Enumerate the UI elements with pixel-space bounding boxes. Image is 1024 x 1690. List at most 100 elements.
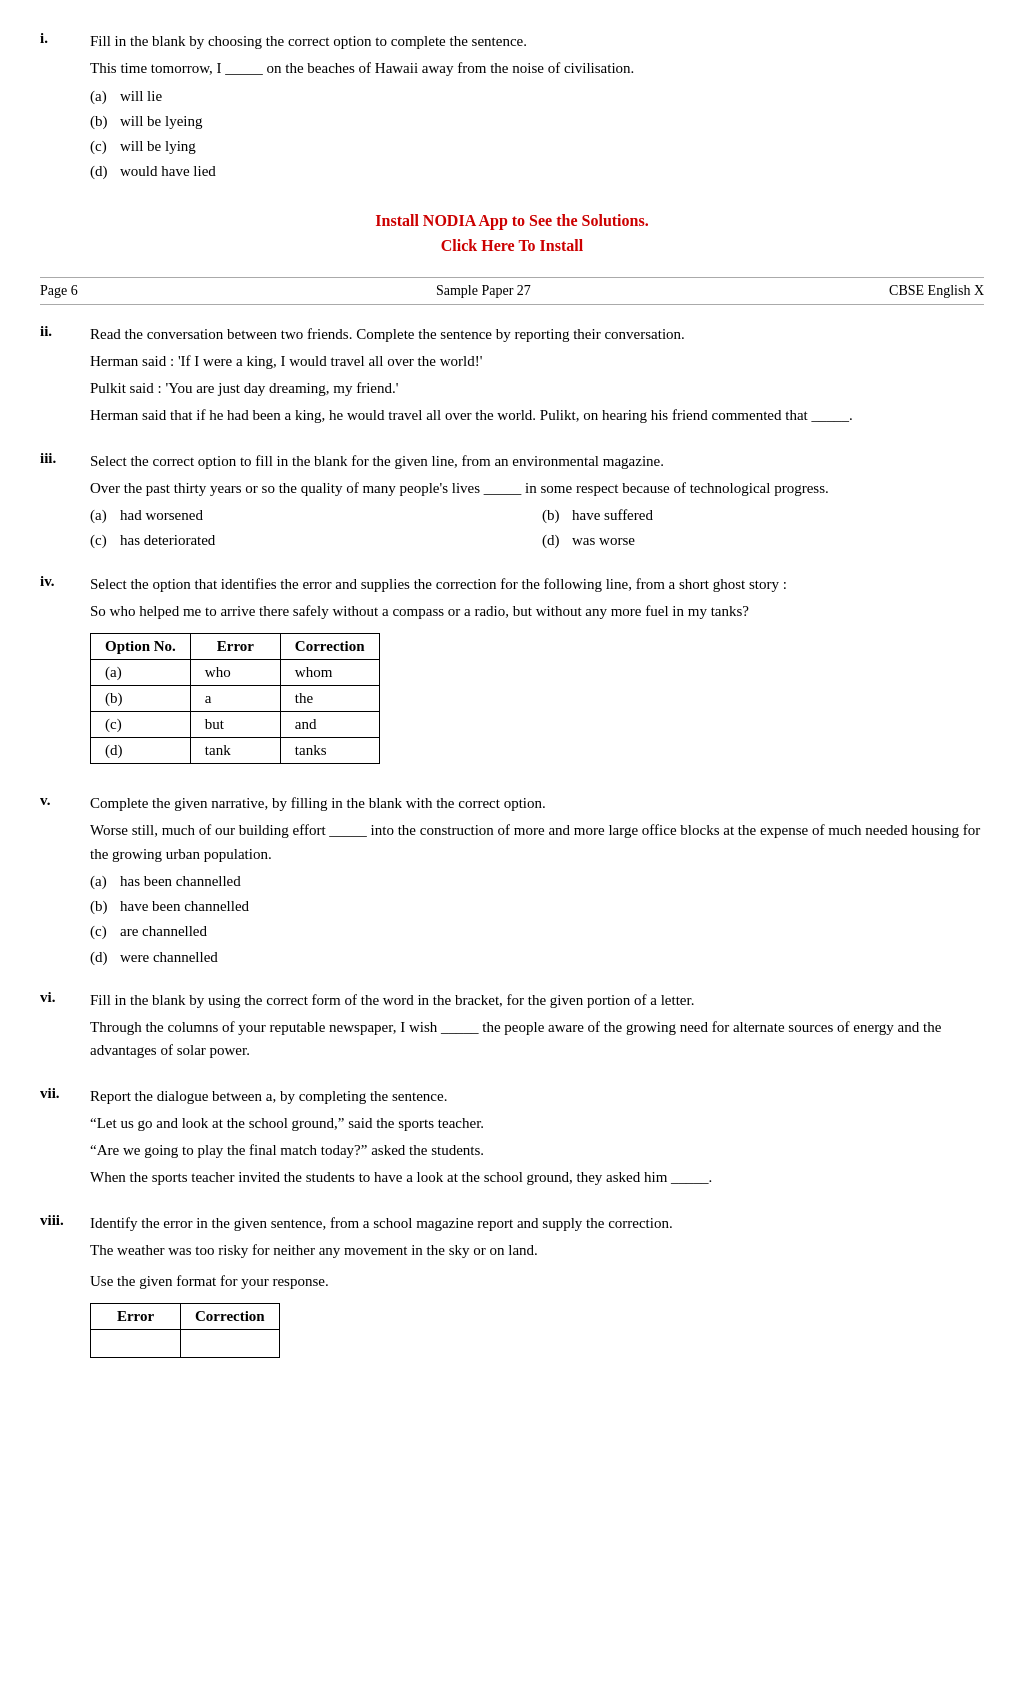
question-vi-content: Fill in the blank by using the correct f… — [90, 989, 984, 1067]
question-viii: viii. Identify the error in the given se… — [40, 1212, 984, 1369]
option-iii-d-text: was worse — [572, 529, 635, 552]
question-iii-options: (a) had worsened (b) have suffered (c) h… — [90, 504, 984, 555]
option-v-c: (c) are channelled — [90, 920, 984, 943]
option-iii-c-label: (c) — [90, 529, 120, 552]
install-banner-line2: Click Here To Install — [40, 233, 984, 259]
table-cell-iv-a-error: who — [190, 660, 280, 686]
table-header-correction: Correction — [280, 634, 379, 660]
question-vii-line1: “Let us go and look at the school ground… — [90, 1112, 984, 1135]
install-banner-line1: Install NODIA App to See the Solutions. — [40, 208, 984, 234]
option-i-c-label: (c) — [90, 135, 120, 158]
option-iii-a-label: (a) — [90, 504, 120, 527]
table-viii-header-error: Error — [91, 1304, 181, 1330]
table-row: (d) tank tanks — [91, 738, 380, 764]
option-i-c: (c) will be lying — [90, 135, 984, 158]
question-vii-instruction: Report the dialogue between a, by comple… — [90, 1085, 984, 1108]
question-viii-format-label: Use the given format for your response. — [90, 1270, 984, 1293]
option-v-b-label: (b) — [90, 895, 120, 918]
question-iii-content: Select the correct option to fill in the… — [90, 450, 984, 555]
table-cell-iv-a-num: (a) — [91, 660, 191, 686]
option-iii-a-text: had worsened — [120, 504, 203, 527]
table-row: (a) who whom — [91, 660, 380, 686]
page-footer: Page 6 Sample Paper 27 CBSE English X — [40, 277, 984, 305]
option-v-a: (a) has been channelled — [90, 870, 984, 893]
question-v-num: v. — [40, 792, 90, 971]
table-cell-iv-b-num: (b) — [91, 686, 191, 712]
option-iii-d: (d) was worse — [542, 529, 984, 552]
table-viii-header-correction: Correction — [181, 1304, 280, 1330]
question-viii-instruction: Identify the error in the given sentence… — [90, 1212, 984, 1235]
question-i-instruction: Fill in the blank by choosing the correc… — [90, 30, 984, 53]
question-ii-content: Read the conversation between two friend… — [90, 323, 984, 432]
table-viii-correction-cell — [181, 1330, 280, 1358]
table-cell-iv-c-correction: and — [280, 712, 379, 738]
question-iv-num: iv. — [40, 573, 90, 775]
option-iii-b-label: (b) — [542, 504, 572, 527]
option-v-c-text: are channelled — [120, 920, 207, 943]
question-i-sentence: This time tomorrow, I _____ on the beach… — [90, 57, 984, 80]
option-v-a-label: (a) — [90, 870, 120, 893]
table-cell-iv-c-error: but — [190, 712, 280, 738]
table-header-option: Option No. — [91, 634, 191, 660]
question-iv: iv. Select the option that identifies th… — [40, 573, 984, 775]
question-iv-table: Option No. Error Correction (a) who whom… — [90, 633, 380, 764]
table-cell-iv-d-num: (d) — [91, 738, 191, 764]
question-ii-instruction: Read the conversation between two friend… — [90, 323, 984, 346]
table-cell-iv-d-correction: tanks — [280, 738, 379, 764]
install-banner[interactable]: Install NODIA App to See the Solutions. … — [40, 208, 984, 259]
question-i-options: (a) will lie (b) will be lyeing (c) will… — [90, 85, 984, 184]
question-ii-line3: Herman said that if he had been a king, … — [90, 404, 984, 427]
question-iii-sentence: Over the past thirty years or so the qua… — [90, 477, 984, 500]
table-header-error: Error — [190, 634, 280, 660]
option-i-d-label: (d) — [90, 160, 120, 183]
option-i-a-text: will lie — [120, 85, 162, 108]
question-iv-sentence: So who helped me to arrive there safely … — [90, 600, 984, 623]
question-viii-sentence: The weather was too risky for neither an… — [90, 1239, 984, 1262]
option-v-a-text: has been channelled — [120, 870, 241, 893]
question-i-num: i. — [40, 30, 90, 186]
option-i-b-label: (b) — [90, 110, 120, 133]
question-v-sentence: Worse still, much of our building effort… — [90, 819, 984, 866]
question-ii-line2: Pulkit said : 'You are just day dreaming… — [90, 377, 984, 400]
table-row: (b) a the — [91, 686, 380, 712]
question-ii: ii. Read the conversation between two fr… — [40, 323, 984, 432]
option-i-d: (d) would have lied — [90, 160, 984, 183]
question-vii-line2: “Are we going to play the final match to… — [90, 1139, 984, 1162]
option-v-d-label: (d) — [90, 946, 120, 969]
question-viii-content: Identify the error in the given sentence… — [90, 1212, 984, 1369]
option-i-d-text: would have lied — [120, 160, 216, 183]
table-cell-iv-b-correction: the — [280, 686, 379, 712]
table-cell-iv-a-correction: whom — [280, 660, 379, 686]
option-iii-a: (a) had worsened — [90, 504, 532, 527]
option-i-a-label: (a) — [90, 85, 120, 108]
question-i: i. Fill in the blank by choosing the cor… — [40, 30, 984, 186]
table-row-empty — [91, 1330, 280, 1358]
table-header-row: Error Correction — [91, 1304, 280, 1330]
question-viii-table: Error Correction — [90, 1303, 280, 1358]
footer-subject: CBSE English X — [889, 283, 984, 299]
option-iii-b: (b) have suffered — [542, 504, 984, 527]
table-row: (c) but and — [91, 712, 380, 738]
question-vi: vi. Fill in the blank by using the corre… — [40, 989, 984, 1067]
question-vii-content: Report the dialogue between a, by comple… — [90, 1085, 984, 1194]
table-header-row: Option No. Error Correction — [91, 634, 380, 660]
question-vi-num: vi. — [40, 989, 90, 1067]
question-vi-instruction: Fill in the blank by using the correct f… — [90, 989, 984, 1012]
option-v-d-text: were channelled — [120, 946, 218, 969]
question-vii: vii. Report the dialogue between a, by c… — [40, 1085, 984, 1194]
option-v-c-label: (c) — [90, 920, 120, 943]
question-vii-line3: When the sports teacher invited the stud… — [90, 1166, 984, 1189]
table-cell-iv-b-error: a — [190, 686, 280, 712]
option-iii-c-text: has deteriorated — [120, 529, 215, 552]
question-vii-num: vii. — [40, 1085, 90, 1194]
option-i-b-text: will be lyeing — [120, 110, 203, 133]
question-vi-line1: Through the columns of your reputable ne… — [90, 1016, 984, 1063]
table-cell-iv-d-error: tank — [190, 738, 280, 764]
question-v-instruction: Complete the given narrative, by filling… — [90, 792, 984, 815]
footer-title: Sample Paper 27 — [436, 283, 531, 299]
option-v-d: (d) were channelled — [90, 946, 984, 969]
question-v: v. Complete the given narrative, by fill… — [40, 792, 984, 971]
question-iv-instruction: Select the option that identifies the er… — [90, 573, 984, 596]
option-i-c-text: will be lying — [120, 135, 196, 158]
question-v-options: (a) has been channelled (b) have been ch… — [90, 870, 984, 969]
